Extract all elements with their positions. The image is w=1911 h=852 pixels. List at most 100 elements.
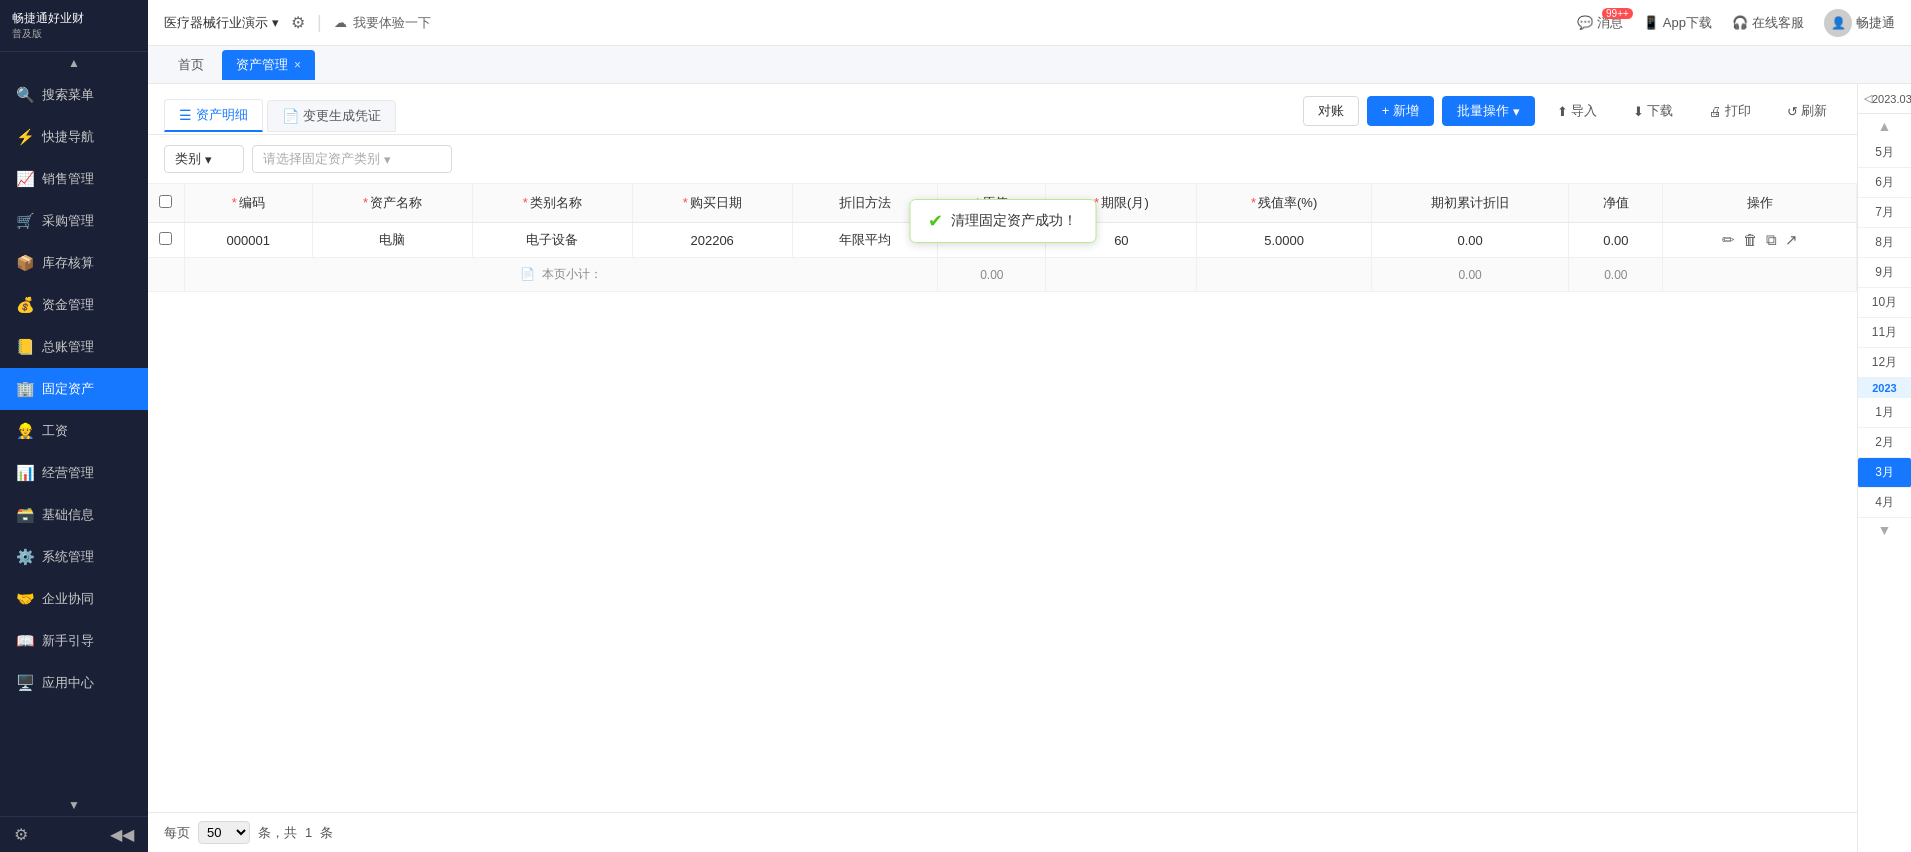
select-all-cell[interactable] bbox=[148, 184, 184, 223]
sidebar-item-apps[interactable]: 🖥️ 应用中心 bbox=[0, 662, 148, 704]
month-6[interactable]: 6月 bbox=[1858, 168, 1911, 198]
sidebar-item-label: 快捷导航 bbox=[42, 128, 94, 146]
month-7[interactable]: 7月 bbox=[1858, 198, 1911, 228]
company-selector[interactable]: 医疗器械行业演示 ▾ bbox=[164, 14, 279, 32]
sidebar-item-funds[interactable]: 💰 资金管理 bbox=[0, 284, 148, 326]
content-area: ☰ 资产明细 📄 变更生成凭证 对账 + 新增 批量操作 ▾ bbox=[148, 84, 1911, 852]
month-3[interactable]: 3月 bbox=[1858, 458, 1911, 488]
subtotal-label-cell: 📄 本页小计： bbox=[184, 258, 938, 292]
subtotal-icon: 📄 bbox=[520, 267, 535, 281]
delete-icon[interactable]: 🗑 bbox=[1743, 231, 1758, 249]
user-profile[interactable]: 👤 畅捷通 bbox=[1824, 9, 1895, 37]
company-dropdown-icon: ▾ bbox=[272, 15, 279, 30]
subtotal-label: 本页小计： bbox=[542, 267, 602, 281]
subtotal-original: 0.00 bbox=[938, 258, 1046, 292]
select-all-checkbox[interactable] bbox=[159, 195, 172, 208]
sidebar-item-ledger[interactable]: 📒 总账管理 bbox=[0, 326, 148, 368]
tab-close-button[interactable]: × bbox=[294, 58, 301, 72]
reconcile-button[interactable]: 对账 bbox=[1303, 96, 1359, 126]
tab-asset-management[interactable]: 资产管理 × bbox=[222, 50, 315, 80]
success-toast: ✔ 清理固定资产成功！ bbox=[909, 199, 1096, 243]
edit-icon[interactable]: ✏ bbox=[1722, 231, 1735, 249]
refresh-button[interactable]: ↺ 刷新 bbox=[1773, 97, 1841, 125]
sidebar-item-payroll[interactable]: 👷 工资 bbox=[0, 410, 148, 452]
sidebar-item-sales[interactable]: 📈 销售管理 bbox=[0, 158, 148, 200]
main-area: 医疗器械行业演示 ▾ ⚙ | ☁ 我要体验一下 💬 消息 99+ 📱 App下载… bbox=[148, 0, 1911, 852]
row-checkbox-cell[interactable] bbox=[148, 223, 184, 258]
cell-category: 电子设备 bbox=[472, 223, 632, 258]
cell-purchase-date: 202206 bbox=[632, 223, 792, 258]
category-value-select[interactable]: 请选择固定资产类别 ▾ bbox=[252, 145, 452, 173]
month-9[interactable]: 9月 bbox=[1858, 258, 1911, 288]
sidebar-item-operations[interactable]: 📊 经营管理 bbox=[0, 452, 148, 494]
sidebar-item-label: 搜索菜单 bbox=[42, 86, 94, 104]
sidebar-item-purchase[interactable]: 🛒 采购管理 bbox=[0, 200, 148, 242]
sidebar-item-inventory[interactable]: 📦 库存核算 bbox=[0, 242, 148, 284]
sidebar: 畅捷通好业财 普及版 ▲ 🔍 搜索菜单 ⚡ 快捷导航 📈 销售管理 🛒 采购管理… bbox=[0, 0, 148, 852]
customer-service-button[interactable]: 🎧 在线客服 bbox=[1732, 14, 1804, 32]
experience-button[interactable]: ☁ 我要体验一下 bbox=[334, 14, 431, 32]
sidebar-item-fixed-assets[interactable]: 🏢 固定资产 bbox=[0, 368, 148, 410]
sidebar-item-guide[interactable]: 📖 新手引导 bbox=[0, 620, 148, 662]
app-download-button[interactable]: 📱 App下载 bbox=[1643, 14, 1712, 32]
cell-residual-rate: 5.0000 bbox=[1197, 223, 1371, 258]
col-net-value: 净值 bbox=[1569, 184, 1663, 223]
months-after: 1月 2月 3月 4月 bbox=[1858, 398, 1911, 518]
sidebar-item-basics[interactable]: 🗃️ 基础信息 bbox=[0, 494, 148, 536]
per-page-label: 每页 bbox=[164, 824, 190, 842]
right-panel-title: 2023.03 bbox=[1872, 93, 1911, 105]
per-page-select[interactable]: 50 100 bbox=[198, 821, 250, 844]
filter-bar: 类别 ▾ 请选择固定资产类别 ▾ bbox=[148, 135, 1857, 184]
messages-button[interactable]: 💬 消息 99+ bbox=[1577, 14, 1623, 32]
sidebar-scroll-down[interactable]: ▼ bbox=[0, 794, 148, 816]
download-button[interactable]: ⬇ 下载 bbox=[1619, 97, 1687, 125]
sidebar-scroll-up[interactable]: ▲ bbox=[0, 52, 148, 74]
sidebar-item-collaboration[interactable]: 🤝 企业协同 bbox=[0, 578, 148, 620]
toast-message: 清理固定资产成功！ bbox=[951, 212, 1077, 230]
user-name: 畅捷通 bbox=[1856, 14, 1895, 32]
right-panel-header: ◁ 2023.03 ▷ bbox=[1858, 84, 1911, 114]
batch-label: 批量操作 bbox=[1457, 102, 1509, 120]
month-2[interactable]: 2月 bbox=[1858, 428, 1911, 458]
category-select[interactable]: 类别 ▾ bbox=[164, 145, 244, 173]
tab-home[interactable]: 首页 bbox=[164, 50, 218, 80]
system-icon: ⚙️ bbox=[16, 548, 34, 566]
tab-change-voucher[interactable]: 📄 变更生成凭证 bbox=[267, 100, 396, 132]
sales-icon: 📈 bbox=[16, 170, 34, 188]
month-1[interactable]: 1月 bbox=[1858, 398, 1911, 428]
sidebar-item-label: 固定资产 bbox=[42, 380, 94, 398]
sidebar-item-search[interactable]: 🔍 搜索菜单 bbox=[0, 74, 148, 116]
total-count: 1 bbox=[305, 825, 312, 840]
right-panel-expand-icon[interactable]: ◁ bbox=[1864, 92, 1872, 105]
tab-asset-detail[interactable]: ☰ 资产明细 bbox=[164, 99, 263, 132]
more-icon[interactable]: ↗ bbox=[1785, 231, 1798, 249]
import-button[interactable]: ⬆ 导入 bbox=[1543, 97, 1611, 125]
print-button[interactable]: 🖨 打印 bbox=[1695, 97, 1765, 125]
sidebar-item-quick-nav[interactable]: ⚡ 快捷导航 bbox=[0, 116, 148, 158]
month-5[interactable]: 5月 bbox=[1858, 138, 1911, 168]
app-logo: 畅捷通好业财 普及版 bbox=[0, 0, 148, 52]
month-scroll-down[interactable]: ▼ bbox=[1858, 518, 1911, 542]
sidebar-item-label: 总账管理 bbox=[42, 338, 94, 356]
month-4[interactable]: 4月 bbox=[1858, 488, 1911, 518]
sidebar-item-system[interactable]: ⚙️ 系统管理 bbox=[0, 536, 148, 578]
col-purchase-date: *购买日期 bbox=[632, 184, 792, 223]
settings-icon[interactable]: ⚙ bbox=[291, 13, 305, 32]
month-12[interactable]: 12月 bbox=[1858, 348, 1911, 378]
settings-icon[interactable]: ⚙ bbox=[14, 825, 28, 844]
new-button[interactable]: + 新增 bbox=[1367, 96, 1434, 126]
subtotal-net: 0.00 bbox=[1569, 258, 1663, 292]
month-scroll-up[interactable]: ▲ bbox=[1858, 114, 1911, 138]
month-10[interactable]: 10月 bbox=[1858, 288, 1911, 318]
sidebar-item-label: 资金管理 bbox=[42, 296, 94, 314]
batch-button[interactable]: 批量操作 ▾ bbox=[1442, 96, 1535, 126]
month-11[interactable]: 11月 bbox=[1858, 318, 1911, 348]
category-value-dropdown-icon: ▾ bbox=[384, 152, 391, 167]
row-checkbox[interactable] bbox=[159, 232, 172, 245]
print-label: 打印 bbox=[1725, 102, 1751, 120]
fixed-assets-icon: 🏢 bbox=[16, 380, 34, 398]
copy-icon[interactable]: ⧉ bbox=[1766, 231, 1777, 249]
collapse-icon[interactable]: ◀◀ bbox=[110, 825, 134, 844]
sidebar-bottom: ⚙ ◀◀ bbox=[0, 816, 148, 852]
month-8[interactable]: 8月 bbox=[1858, 228, 1911, 258]
